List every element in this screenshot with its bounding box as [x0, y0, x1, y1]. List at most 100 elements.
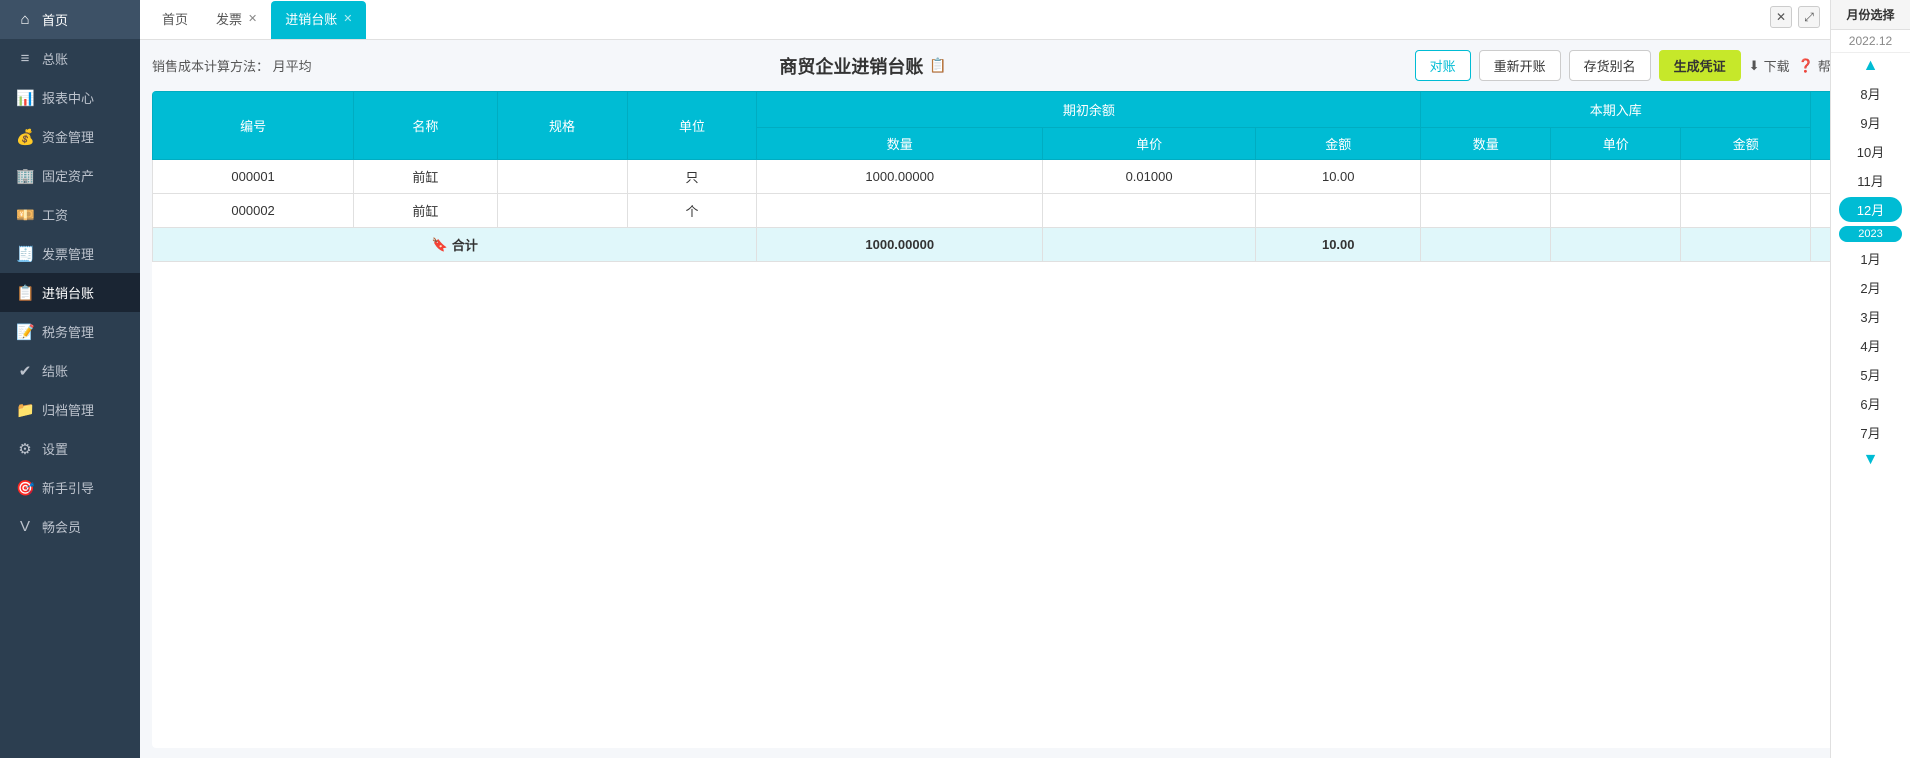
- info-icon: 📋: [929, 57, 946, 74]
- cell-mingcheng: 前缸: [354, 194, 497, 228]
- month-item-8[interactable]: 8月: [1831, 79, 1910, 108]
- col-header-guige: 规格: [497, 92, 627, 160]
- col-header-qichu: 期初余额: [757, 92, 1421, 128]
- sub-header-qichu-jine: 金额: [1256, 128, 1421, 160]
- content-area: 销售成本计算方法： 月平均 商贸企业进销台账 📋 对账 重新开账 存货别名 生成…: [140, 40, 1910, 758]
- sidebar-item-label: 发票管理: [42, 244, 94, 263]
- sidebar-item-label: 工资: [42, 205, 68, 224]
- sidebar-item-label: 新手引导: [42, 478, 94, 497]
- table-total-row: 🔖 合计 1000.00000 10.00: [153, 228, 1898, 262]
- page-title: 商贸企业进销台账 📋: [779, 53, 946, 79]
- month-scroll-up-button[interactable]: ▲: [1831, 53, 1910, 79]
- month-item-5[interactable]: 5月: [1831, 360, 1910, 389]
- cell-benqi-danjia: [1551, 194, 1681, 228]
- cunhuo-biemng-button[interactable]: 存货别名: [1569, 50, 1651, 81]
- table-row[interactable]: 000002 前缸 个: [153, 194, 1898, 228]
- month-item-2[interactable]: 2月: [1831, 273, 1910, 302]
- guide-icon: 🎯: [16, 479, 34, 497]
- sidebar-item-label: 资金管理: [42, 127, 94, 146]
- total-benqi-jine: [1681, 228, 1811, 262]
- sidebar-item-report-center[interactable]: 📊 报表中心: [0, 78, 140, 117]
- month-panel-title: 月份选择: [1831, 0, 1910, 30]
- sidebar-item-label: 设置: [42, 439, 68, 458]
- tax-icon: 📝: [16, 323, 34, 341]
- cost-method-info: 销售成本计算方法： 月平均: [152, 56, 312, 75]
- sidebar-item-tax-management[interactable]: 📝 税务管理: [0, 312, 140, 351]
- book-icon: ≡: [16, 50, 34, 67]
- month-item-3[interactable]: 3月: [1831, 302, 1910, 331]
- tab-ledger[interactable]: 进销台账 ✕: [271, 1, 366, 39]
- cell-danwei: 只: [627, 160, 757, 194]
- cell-danwei: 个: [627, 194, 757, 228]
- table-row[interactable]: 000001 前缸 只 1000.00000 0.01000 10.00: [153, 160, 1898, 194]
- month-item-10[interactable]: 10月: [1831, 137, 1910, 166]
- sidebar-item-salary[interactable]: 💴 工资: [0, 195, 140, 234]
- cell-benqi-shuliang: [1421, 194, 1551, 228]
- sidebar-item-label: 总账: [42, 49, 68, 68]
- cost-method-value: 月平均: [273, 59, 312, 74]
- chongxin-kaizhang-button[interactable]: 重新开账: [1479, 50, 1561, 81]
- month-item-9[interactable]: 9月: [1831, 108, 1910, 137]
- window-controls: ✕ ⤢: [1770, 6, 1820, 28]
- dui-zhang-button[interactable]: 对账: [1415, 50, 1471, 81]
- cell-qichu-danjia: 0.01000: [1042, 160, 1255, 194]
- tab-bar: 首页 发票 ✕ 进销台账 ✕: [140, 0, 1910, 40]
- home-icon: ⌂: [16, 11, 34, 28]
- toolbar-actions: 对账 重新开账 存货别名 生成凭证 ⬇ 下载 ❓ 帮助 🔄 刷新: [1415, 50, 1898, 81]
- close-window-button[interactable]: ✕: [1770, 6, 1792, 28]
- sidebar-item-checkout[interactable]: ✔ 结账: [0, 351, 140, 390]
- maximize-window-button[interactable]: ⤢: [1798, 6, 1820, 28]
- chart-icon: 📊: [16, 89, 34, 107]
- sidebar-item-general-ledger[interactable]: ≡ 总账: [0, 39, 140, 78]
- sub-header-benqi-shuliang: 数量: [1421, 128, 1551, 160]
- cell-bianma: 000001: [153, 160, 354, 194]
- sidebar-item-guide[interactable]: 🎯 新手引导: [0, 468, 140, 507]
- month-panel: 月份选择 2022.12 ▲ 8月 9月 10月 11月 12月 2023 1月…: [1830, 0, 1910, 758]
- tab-ledger-close[interactable]: ✕: [343, 12, 352, 25]
- sidebar-item-settings[interactable]: ⚙ 设置: [0, 429, 140, 468]
- month-item-11[interactable]: 11月: [1831, 166, 1910, 195]
- sidebar-item-label: 进销台账: [42, 283, 94, 302]
- sub-header-qichu-shuliang: 数量: [757, 128, 1042, 160]
- total-label-text: 合计: [452, 235, 478, 254]
- download-button[interactable]: ⬇ 下载: [1749, 56, 1790, 75]
- month-item-12[interactable]: 12月: [1839, 197, 1902, 222]
- total-qichu-shuliang: 1000.00000: [757, 228, 1042, 262]
- tab-home[interactable]: 首页: [148, 1, 202, 39]
- sidebar-item-label: 结账: [42, 361, 68, 380]
- sidebar-item-archive-management[interactable]: 📁 归档管理: [0, 390, 140, 429]
- col-header-bianma: 编号: [153, 92, 354, 160]
- invoice-icon: 🧾: [16, 245, 34, 263]
- cell-benqi-jine: [1681, 160, 1811, 194]
- total-qichu-danjia: [1042, 228, 1255, 262]
- shengcheng-pingzheng-button[interactable]: 生成凭证: [1659, 50, 1741, 81]
- month-item-1[interactable]: 1月: [1831, 244, 1910, 273]
- sidebar-item-fund-management[interactable]: 💰 资金管理: [0, 117, 140, 156]
- sub-header-benqi-danjia: 单价: [1551, 128, 1681, 160]
- assets-icon: 🏢: [16, 167, 34, 185]
- cell-benqi-shuliang: [1421, 160, 1551, 194]
- cell-benqi-danjia: [1551, 160, 1681, 194]
- col-header-benqi: 本期入库: [1421, 92, 1811, 128]
- month-item-7[interactable]: 7月: [1831, 418, 1910, 447]
- tab-invoice[interactable]: 发票 ✕: [202, 1, 271, 39]
- sidebar-item-fixed-assets[interactable]: 🏢 固定资产: [0, 156, 140, 195]
- sidebar-item-vip[interactable]: V 畅会员: [0, 507, 140, 546]
- col-header-mingcheng: 名称: [354, 92, 497, 160]
- checkout-icon: ✔: [16, 362, 34, 380]
- sidebar-item-purchase-sales-ledger[interactable]: 📋 进销台账: [0, 273, 140, 312]
- month-item-4[interactable]: 4月: [1831, 331, 1910, 360]
- cell-guige: [497, 194, 627, 228]
- sidebar-item-invoice-management[interactable]: 🧾 发票管理: [0, 234, 140, 273]
- tab-invoice-close[interactable]: ✕: [248, 12, 257, 25]
- download-label: 下载: [1764, 56, 1790, 75]
- settings-icon: ⚙: [16, 440, 34, 458]
- table-wrapper: 编号 名称 规格 单位 期初余额 本期入库 数 数量 单价 金额 数量 单价: [152, 91, 1898, 748]
- month-scroll-down-button[interactable]: ▼: [1831, 447, 1910, 473]
- sidebar-item-label: 畅会员: [42, 517, 81, 536]
- cell-qichu-danjia: [1042, 194, 1255, 228]
- ledger-icon: 📋: [16, 284, 34, 302]
- month-item-6[interactable]: 6月: [1831, 389, 1910, 418]
- sidebar-item-label: 固定资产: [42, 166, 94, 185]
- sidebar-item-home[interactable]: ⌂ 首页: [0, 0, 140, 39]
